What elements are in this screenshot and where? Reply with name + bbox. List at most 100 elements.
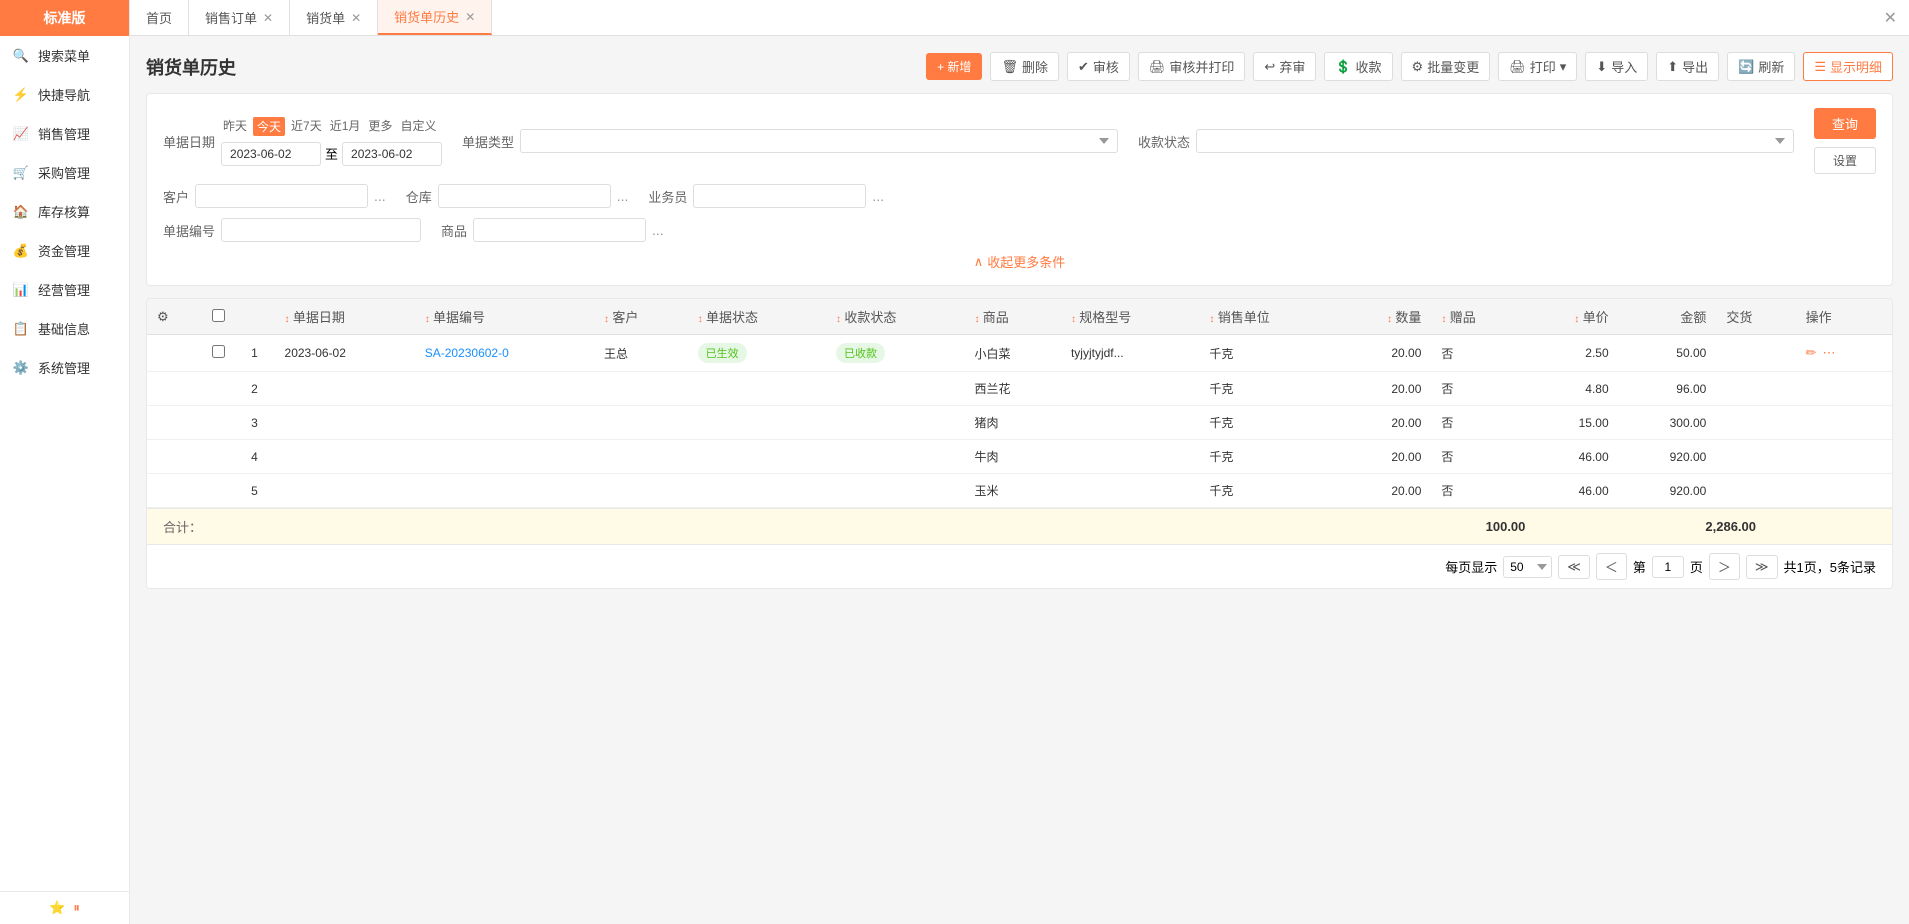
customer-input[interactable] <box>195 184 368 208</box>
sort-icon: ↕ <box>425 314 430 325</box>
cell-checkbox[interactable] <box>202 440 235 474</box>
delete-button[interactable]: 🗑 删除 <box>990 52 1059 81</box>
warehouse-input[interactable] <box>438 184 611 208</box>
refresh-button[interactable]: 🔄 刷新 <box>1727 52 1795 81</box>
show-detail-button[interactable]: ☰ 显示明细 <box>1803 52 1893 81</box>
date-from-input[interactable] <box>221 142 321 166</box>
collect-button[interactable]: 💲 收款 <box>1324 52 1392 81</box>
tab-sales-order-close[interactable]: ✕ <box>263 11 273 25</box>
th-spec[interactable]: ↕ 规格型号 <box>1061 299 1199 335</box>
sidebar-bottom-icon1[interactable]: ⭐ <box>49 900 65 916</box>
th-gear[interactable]: ⚙ <box>147 299 202 335</box>
cell-doc-no[interactable] <box>415 440 594 474</box>
warehouse-ellipsis[interactable]: ... <box>617 188 629 204</box>
date-quick-1month[interactable]: 近1月 <box>328 117 363 136</box>
audit-print-button[interactable]: 🖨 审核并打印 <box>1138 52 1246 81</box>
cell-checkbox[interactable] <box>202 335 235 372</box>
page-prev-btn[interactable]: ＜ <box>1596 553 1627 580</box>
page-number-input[interactable] <box>1652 556 1684 578</box>
sidebar-item-sys-mgmt[interactable]: ⚙️ 系统管理 <box>0 348 129 387</box>
salesperson-input[interactable] <box>693 184 866 208</box>
date-quick-7days[interactable]: 近7天 <box>289 117 324 136</box>
page-last-btn[interactable]: ≫ <box>1746 555 1778 579</box>
date-to-input[interactable] <box>342 142 442 166</box>
collapse-btn[interactable]: ∧ 收起更多条件 <box>163 252 1876 271</box>
tab-sales-goods[interactable]: 销货单 ✕ <box>290 0 378 35</box>
date-quick-custom[interactable]: 自定义 <box>398 117 438 136</box>
cell-doc-no[interactable]: SA-20230602-0 <box>415 335 594 372</box>
cell-amount: 300.00 <box>1619 406 1717 440</box>
sidebar-bottom-icon2[interactable]: ⏸ <box>73 900 80 916</box>
page-first-btn[interactable]: ≪ <box>1558 555 1590 579</box>
cell-doc-no[interactable] <box>415 474 594 508</box>
data-table: ⚙ ↕ 单据日期 ↕ 单据编号 ↕ 客户 ↕ 单据状态 ↕ 收款状态 ↕ 商品 … <box>147 299 1892 508</box>
row-checkbox[interactable] <box>212 345 225 358</box>
th-gift[interactable]: ↕ 赠品 <box>1431 299 1525 335</box>
sidebar-item-purchase-mgmt[interactable]: 🛒 采购管理 <box>0 153 129 192</box>
filter-date-wrap: 昨天 今天 近7天 近1月 更多 自定义 至 <box>221 117 442 166</box>
tab-sales-order[interactable]: 销售订单 ✕ <box>189 0 290 35</box>
th-unit[interactable]: ↕ 销售单位 <box>1199 299 1337 335</box>
cell-checkbox[interactable] <box>202 406 235 440</box>
audit-button[interactable]: ✔ 审核 <box>1067 52 1130 81</box>
sidebar-item-sales-mgmt[interactable]: 📈 销售管理 <box>0 114 129 153</box>
th-customer[interactable]: ↕ 客户 <box>594 299 688 335</box>
abandon-button[interactable]: ↩ 弃审 <box>1253 52 1316 81</box>
th-unit-price[interactable]: ↕ 单价 <box>1525 299 1619 335</box>
th-qty[interactable]: ↕ 数量 <box>1338 299 1432 335</box>
doc-type-select[interactable] <box>520 129 1118 153</box>
cell-doc-no[interactable] <box>415 372 594 406</box>
cell-transaction <box>1716 372 1795 406</box>
inventory-calc-icon: 🏠 <box>12 203 30 221</box>
print-button[interactable]: 🖨 打印 ▾ <box>1498 52 1577 81</box>
th-doc-date[interactable]: ↕ 单据日期 <box>275 299 415 335</box>
payment-status-select[interactable] <box>1196 129 1794 153</box>
cell-checkbox[interactable] <box>202 474 235 508</box>
date-quick-yesterday[interactable]: 昨天 <box>221 117 249 136</box>
sidebar-item-inventory-calc[interactable]: 🏠 库存核算 <box>0 192 129 231</box>
tab-home[interactable]: 首页 <box>130 0 189 35</box>
customer-ellipsis[interactable]: ... <box>374 188 386 204</box>
query-button[interactable]: 查询 <box>1814 108 1876 139</box>
date-quick-today[interactable]: 今天 <box>253 117 285 136</box>
page-content: 销货单历史 + 新增 🗑 删除 ✔ 审核 🖨 审核并打印 ↩ 弃审 <box>130 36 1909 924</box>
cell-doc-no[interactable] <box>415 406 594 440</box>
quick-nav-icon: ⚡ <box>12 86 30 104</box>
more-action-icon[interactable]: ⋯ <box>1822 345 1835 360</box>
sidebar-item-ops-mgmt[interactable]: 📊 经营管理 <box>0 270 129 309</box>
new-button[interactable]: + 新增 <box>926 53 982 80</box>
date-quick-more[interactable]: 更多 <box>366 117 394 136</box>
cell-unit: 千克 <box>1199 474 1337 508</box>
th-goods[interactable]: ↕ 商品 <box>964 299 1060 335</box>
batch-change-button[interactable]: ⚙ 批量变更 <box>1401 52 1491 81</box>
sidebar-item-fund-mgmt[interactable]: 💰 资金管理 <box>0 231 129 270</box>
export-button[interactable]: ⬆ 导出 <box>1656 52 1719 81</box>
sidebar-item-quick-nav[interactable]: ⚡ 快捷导航 <box>0 75 129 114</box>
tab-sales-history[interactable]: 销货单历史 ✕ <box>378 0 492 35</box>
th-payment-status[interactable]: ↕ 收款状态 <box>826 299 964 335</box>
cell-transaction <box>1716 335 1795 372</box>
goods-ellipsis[interactable]: ... <box>652 222 664 238</box>
th-amount[interactable]: 金额 <box>1619 299 1717 335</box>
setting-button[interactable]: 设置 <box>1814 147 1876 174</box>
tab-sales-goods-close[interactable]: ✕ <box>351 11 361 25</box>
th-doc-no[interactable]: ↕ 单据编号 <box>415 299 594 335</box>
th-doc-status[interactable]: ↕ 单据状态 <box>688 299 826 335</box>
goods-input[interactable] <box>473 218 646 242</box>
salesperson-ellipsis[interactable]: ... <box>872 188 884 204</box>
import-button[interactable]: ⬇ 导入 <box>1585 52 1648 81</box>
cell-checkbox[interactable] <box>202 372 235 406</box>
doc-no-input[interactable] <box>221 218 421 242</box>
tab-sales-history-close[interactable]: ✕ <box>465 10 475 24</box>
sidebar-item-basic-info[interactable]: 📋 基础信息 <box>0 309 129 348</box>
select-all-checkbox[interactable] <box>212 309 225 322</box>
cell-action <box>1796 406 1892 440</box>
tab-close-all-btn[interactable]: ✕ <box>1872 8 1909 28</box>
per-page-select[interactable]: 50 100 200 <box>1503 556 1552 578</box>
table-header-row: ⚙ ↕ 单据日期 ↕ 单据编号 ↕ 客户 ↕ 单据状态 ↕ 收款状态 ↕ 商品 … <box>147 299 1892 335</box>
edit-action-icon[interactable]: ✏ <box>1806 345 1817 360</box>
sidebar-item-search-menu[interactable]: 🔍 搜索菜单 <box>0 36 129 75</box>
cell-gear <box>147 406 202 440</box>
sidebar: 标准版 🔍 搜索菜单 ⚡ 快捷导航 📈 销售管理 🛒 采购管理 🏠 库存核算 💰… <box>0 0 130 924</box>
page-next-btn[interactable]: ＞ <box>1709 553 1740 580</box>
